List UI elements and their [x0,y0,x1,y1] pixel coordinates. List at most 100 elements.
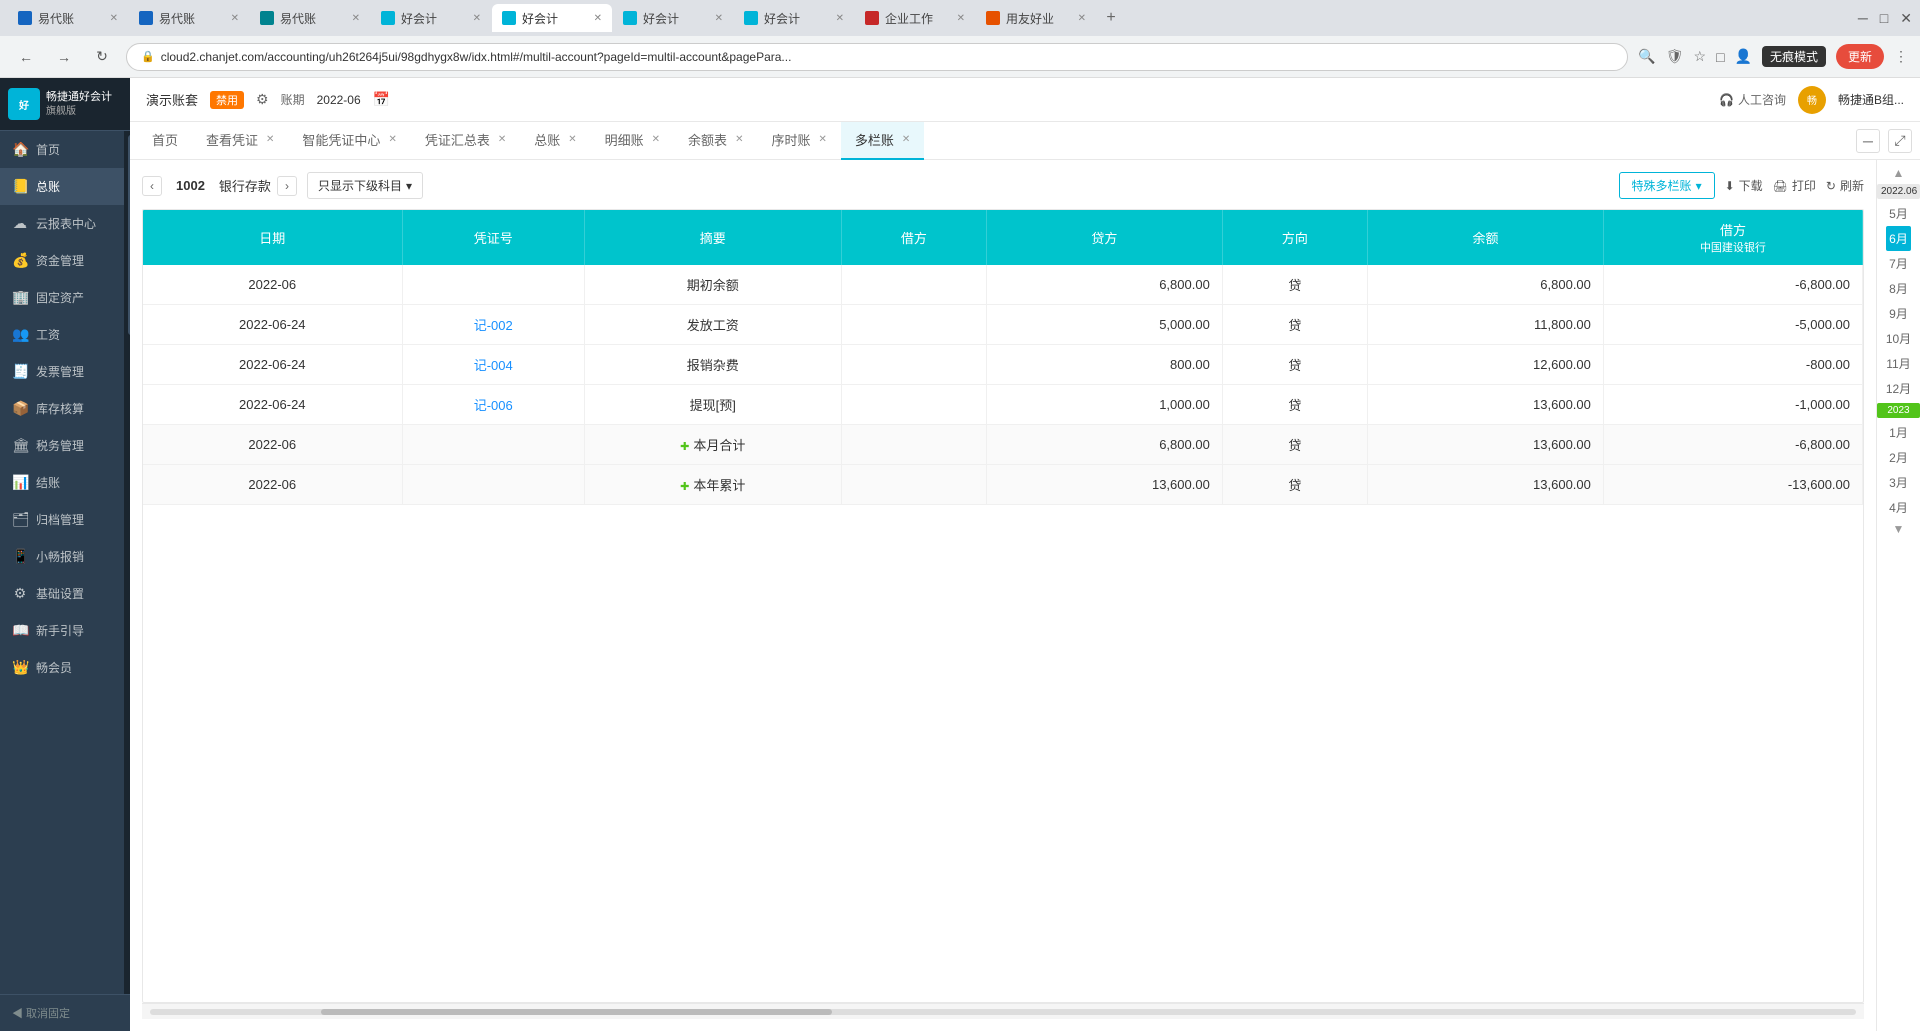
calendar-month[interactable]: 11月 [1886,351,1911,376]
horizontal-scrollbar-thumb[interactable] [321,1009,833,1015]
address-bar[interactable]: 🔒 cloud2.chanjet.com/accounting/uh26t264… [126,43,1628,71]
calendar-month[interactable]: 7月 [1886,251,1911,276]
new-tab-button[interactable]: + [1097,4,1125,32]
browser-tab-8[interactable]: 企业工作 ✕ [855,4,975,32]
tab-maximize-button[interactable]: ⤢ [1888,129,1912,153]
tab-vouchers-close[interactable]: ✕ [266,134,274,145]
sidebar-item-archive[interactable]: 🗂 归档管理 [0,501,124,538]
voucher-link[interactable]: 记-002 [474,318,513,333]
sidebar-item-home[interactable]: 🏠 首页 [0,131,124,168]
calendar-scroll-down[interactable]: ▼ [1877,520,1920,538]
tab-voucher-summary[interactable]: 凭证汇总表 ✕ [411,122,520,160]
browser-tab-4[interactable]: 好会计 ✕ [371,4,491,32]
browser-tab-1[interactable]: 易代账 ✕ [8,4,128,32]
voucher-link[interactable]: 记-006 [474,398,513,413]
tab-smart-vouchers[interactable]: 智能凭证中心 ✕ [288,122,410,160]
browser-tab-2[interactable]: 易代账 ✕ [129,4,249,32]
calendar-scroll-up[interactable]: ▲ [1877,164,1920,182]
tab-close-1[interactable]: ✕ [110,13,118,24]
wuhen-mode-button[interactable]: 无痕模式 [1762,46,1826,67]
consultant-button[interactable]: 🎧 人工咨询 [1719,91,1786,108]
tab-balance[interactable]: 余额表 ✕ [674,122,757,160]
sidebar-item-payroll[interactable]: 👥 工资 [0,316,124,353]
search-icon[interactable]: 🔍 [1638,48,1655,65]
calendar-month-2023[interactable]: 1月 [1889,420,1908,445]
sidebar-item-reports[interactable]: ☁ 云报表中心 [0,205,124,242]
tab-voucher-summary-close[interactable]: ✕ [498,134,506,145]
bottom-scrollbar[interactable] [142,1003,1864,1019]
print-button[interactable]: 🖨 打印 [1773,177,1816,194]
browser-tab-6[interactable]: 好会计 ✕ [613,4,733,32]
browser-tab-5[interactable]: 好会计 ✕ [492,4,612,32]
tab-close-5[interactable]: ✕ [594,13,602,24]
tab-close-7[interactable]: ✕ [836,13,844,24]
sidebar-item-ledger[interactable]: 📒 总账 [0,168,124,205]
tab-detail-ledger-close[interactable]: ✕ [652,134,660,145]
menu-icon[interactable]: ⋮ [1894,48,1908,65]
calendar-month-2023[interactable]: 3月 [1889,470,1908,495]
refresh-button[interactable]: ↻ 刷新 [1826,177,1864,194]
shield-icon[interactable]: 🛡 [1666,48,1684,65]
tab-minimize-button[interactable]: ─ [1856,129,1880,153]
next-account-button[interactable]: › [277,176,297,196]
download-button[interactable]: ⬇ 下载 [1725,177,1763,194]
tab-multi-column-close[interactable]: ✕ [902,134,910,145]
tab-detail-ledger[interactable]: 明细账 ✕ [591,122,674,160]
extensions-icon[interactable]: □ [1716,49,1724,65]
tab-multi-column[interactable]: 多栏账 ✕ [841,122,924,160]
star-icon[interactable]: ☆ [1694,48,1707,65]
sidebar-item-member[interactable]: 👑 畅会员 [0,649,124,686]
sidebar-item-inventory[interactable]: 📦 库存核算 [0,390,124,427]
sidebar-item-close[interactable]: 📊 结账 [0,464,124,501]
horizontal-scrollbar-track[interactable] [150,1009,1856,1015]
back-button[interactable]: ← [12,43,40,71]
sidebar-item-funds[interactable]: 💰 资金管理 [0,242,124,279]
sidebar-unpin-button[interactable]: ◀ 取消固定 [0,994,130,1031]
tab-close-9[interactable]: ✕ [1078,13,1086,24]
tab-close-8[interactable]: ✕ [957,13,965,24]
filter-dropdown[interactable]: 只显示下级科目 ▾ [307,172,423,199]
account-tag[interactable]: 禁用 [210,91,244,109]
reload-button[interactable]: ↻ [88,43,116,71]
calendar-month[interactable]: 8月 [1886,276,1911,301]
browser-tab-9[interactable]: 用友好业 ✕ [976,4,1096,32]
forward-button[interactable]: → [50,43,78,71]
table-wrapper[interactable]: 日期 凭证号 摘要 借方 贷方 方向 余额 借方 中国建设银行 [143,210,1863,1002]
special-multi-col-button[interactable]: 特殊多栏账 ▾ [1619,172,1715,199]
tab-general-ledger[interactable]: 总账 ✕ [520,122,590,160]
tab-close-3[interactable]: ✕ [352,13,360,24]
sidebar-item-tax[interactable]: 🏛 税务管理 [0,427,124,464]
tab-smart-vouchers-close[interactable]: ✕ [388,134,396,145]
tab-balance-close[interactable]: ✕ [735,134,743,145]
calendar-month[interactable]: 6月 [1886,226,1911,251]
update-button[interactable]: 更新 [1836,44,1884,69]
browser-tab-7[interactable]: 好会计 ✕ [734,4,854,32]
tab-sequence-ledger-close[interactable]: ✕ [818,134,826,145]
voucher-link[interactable]: 记-004 [474,358,513,373]
calendar-month[interactable]: 5月 [1886,201,1911,226]
profile-icon[interactable]: 👤 [1735,48,1752,65]
tab-close-4[interactable]: ✕ [473,13,481,24]
close-button[interactable]: ✕ [1900,10,1912,27]
tab-sequence-ledger[interactable]: 序时账 ✕ [757,122,840,160]
calendar-month[interactable]: 12月 [1886,376,1911,401]
prev-account-button[interactable]: ‹ [142,176,162,196]
minimize-button[interactable]: ─ [1858,10,1868,26]
tab-close-6[interactable]: ✕ [715,13,723,24]
sidebar-item-assets[interactable]: 🏢 固定资产 [0,279,124,316]
account-settings-icon[interactable]: ⚙ [256,91,269,108]
tab-general-ledger-close[interactable]: ✕ [568,134,576,145]
calendar-month[interactable]: 10月 [1886,326,1911,351]
calendar-month[interactable]: 9月 [1886,301,1911,326]
calendar-month-2023[interactable]: 2月 [1889,445,1908,470]
sidebar-item-expense[interactable]: 📱 小畅报销 [0,538,124,575]
sidebar-item-guide[interactable]: 📖 新手引导 [0,612,124,649]
sidebar-item-settings[interactable]: ⚙ 基础设置 [0,575,124,612]
browser-tab-3[interactable]: 易代账 ✕ [250,4,370,32]
calendar-icon[interactable]: 📅 [373,91,390,108]
tab-home[interactable]: 首页 [138,122,192,160]
tab-vouchers[interactable]: 查看凭证 ✕ [192,122,288,160]
restore-button[interactable]: □ [1880,10,1888,26]
sidebar-item-invoice[interactable]: 🧾 发票管理 [0,353,124,390]
tab-close-2[interactable]: ✕ [231,13,239,24]
